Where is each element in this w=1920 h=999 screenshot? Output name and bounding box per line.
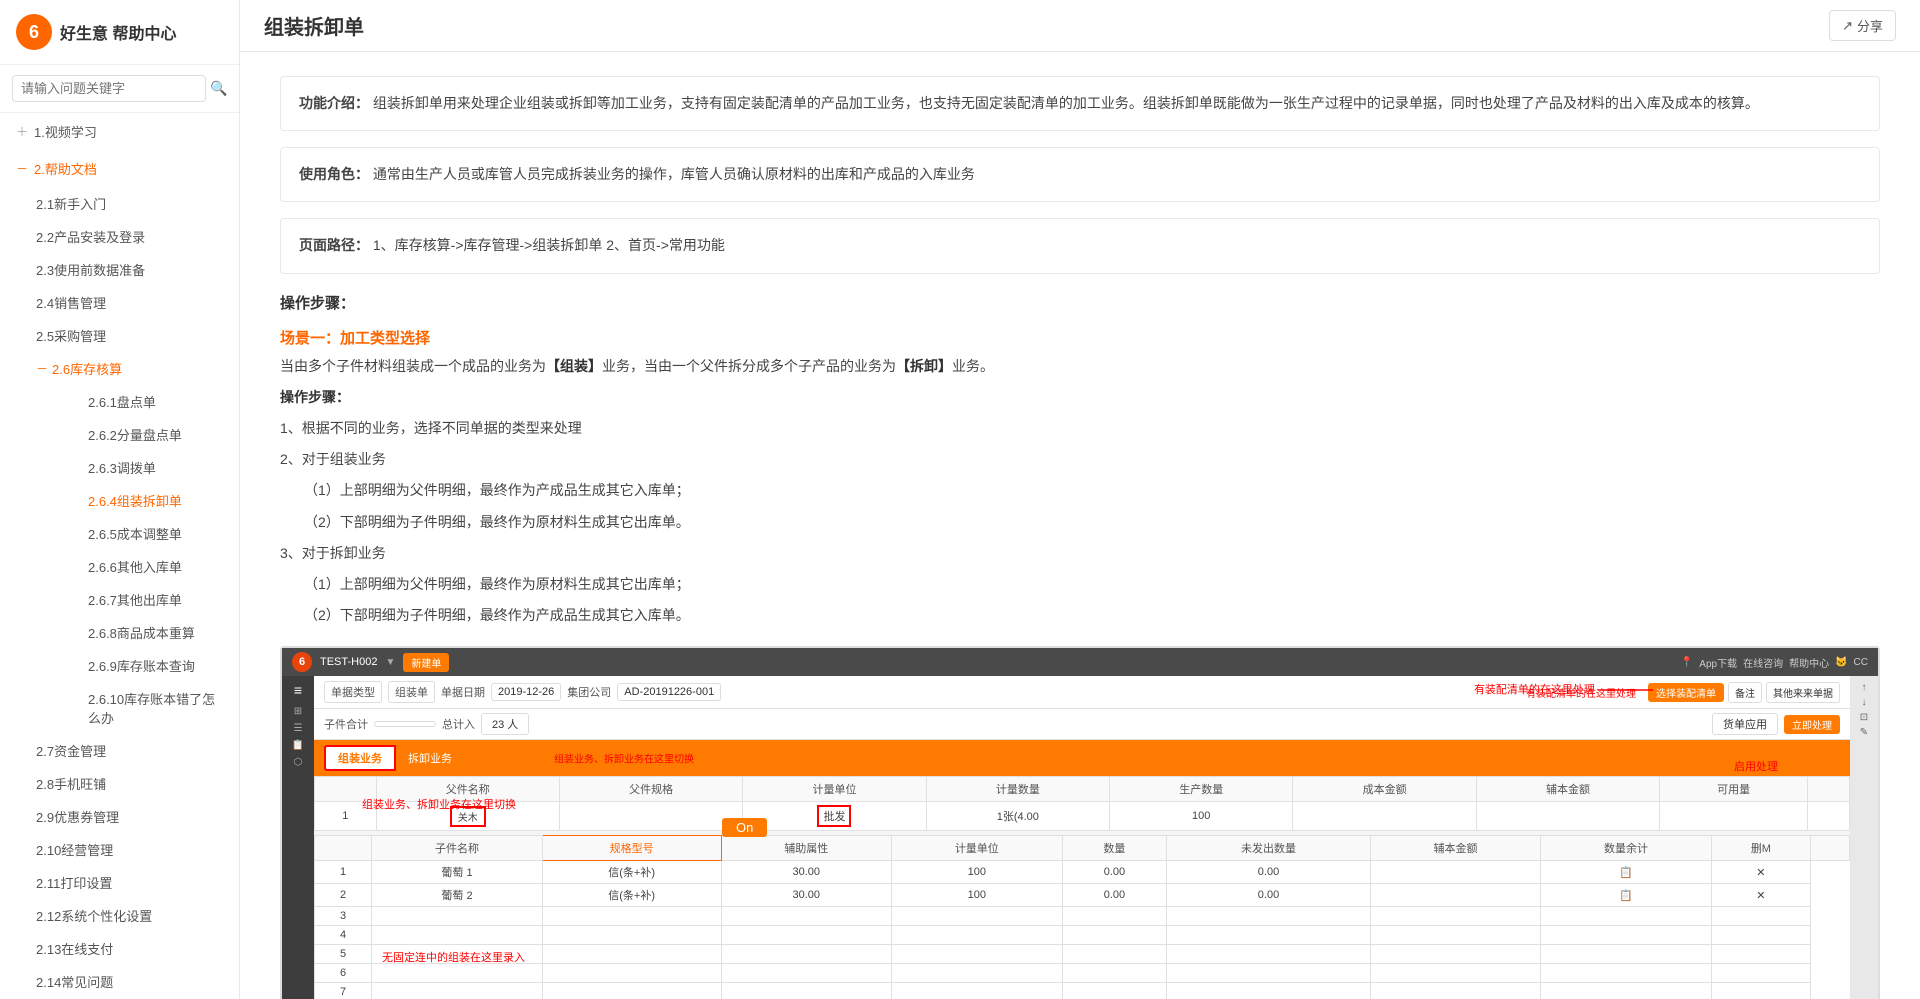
search-input[interactable] — [12, 75, 206, 102]
step3: 3、对于拆卸业务 — [280, 541, 1880, 566]
sidebar-item-2-6-6[interactable]: 2.6.6其他入库单 — [52, 550, 239, 583]
table-row: 3 — [315, 907, 1850, 926]
top-bar: 组装拆卸单 ↗ 分享 — [240, 0, 1920, 52]
path-label: 页面路径： — [299, 237, 369, 253]
sidebar-item-2-2[interactable]: 2.2产品安装及登录 — [0, 220, 239, 253]
table-row: 7 — [315, 983, 1850, 999]
sidebar-item-2-6-8[interactable]: 2.6.8商品成本重算 — [52, 616, 239, 649]
sidebar-item-2[interactable]: － 2.帮助文档 — [0, 150, 239, 187]
sidebar-item-2-10[interactable]: 2.10经营管理 — [0, 833, 239, 866]
step1: 1、根据不同的业务，选择不同单据的类型来处理 — [280, 416, 1880, 441]
role-block: 使用角色： 通常由生产人员或库管人员完成拆装业务的操作，库管人员确认原材料的出库… — [280, 147, 1880, 202]
path-block: 页面路径： 1、库存核算->库存管理->组装拆卸单 2、首页->常用功能 — [280, 218, 1880, 273]
sidebar-item-2-7[interactable]: 2.7资金管理 — [0, 734, 239, 767]
search-button[interactable]: 🔍 — [210, 80, 227, 97]
step2: 2、对于组装业务 — [280, 447, 1880, 472]
page-title: 组装拆卸单 — [264, 11, 364, 40]
annotation-1: 有装配清单的在这里处理 — [1526, 685, 1636, 700]
collapse-icon-2: － — [16, 160, 28, 177]
mock-assembly-tabs: 组装业务 拆卸业务 组装业务、拆卸业务在这里切换 — [314, 740, 1850, 776]
logo-area: 6 好生意 帮助中心 — [0, 0, 239, 65]
table-row: 2 葡萄 2 信(条+补) 30.00 100 0.00 0.00 📋 — [315, 884, 1850, 907]
sidebar: 6 好生意 帮助中心 🔍 ＋ 1.视频学习 － 2.帮助文档 2.1新手入门 2… — [0, 0, 240, 999]
sidebar-item-2-12[interactable]: 2.12系统个性化设置 — [0, 899, 239, 932]
share-button[interactable]: ↗ 分享 — [1829, 10, 1896, 41]
table-row: 1 关木 批发 1张(4.00 100 — [315, 802, 1850, 831]
mock-header-right: 📍 App下载 在线咨询 帮助中心 🐱 CC — [1681, 655, 1868, 670]
table-row: 5 — [315, 945, 1850, 964]
mock-header-left: 6 TEST-H002 ▼ 新建单 — [292, 652, 449, 672]
path-text: 1、库存核算->库存管理->组装拆卸单 2、首页->常用功能 — [373, 237, 725, 253]
scene1-title: 场景一：加工类型选择 — [280, 327, 1880, 348]
mock-toolbar: 单据类型 组装单 单据日期 2019-12-26 集团公司 AD-2019122… — [314, 676, 1850, 709]
main-area: 组装拆卸单 ↗ 分享 功能介绍： 组装拆卸单用来处理企业组装或拆卸等加工业务，支… — [240, 0, 1920, 999]
logo-text: 好生意 帮助中心 — [60, 20, 176, 44]
content-area: 功能介绍： 组装拆卸单用来处理企业组装或拆卸等加工业务，支持有固定装配清单的产品… — [240, 52, 1920, 999]
intro-block: 功能介绍： 组装拆卸单用来处理企业组装或拆卸等加工业务，支持有固定装配清单的产品… — [280, 76, 1880, 131]
scene1-desc: 当由多个子件材料组装成一个成品的业务为【组装】业务，当由一个父件拆分成多个子产品… — [280, 354, 1880, 379]
sidebar-item-2-3[interactable]: 2.3使用前数据准备 — [0, 253, 239, 286]
sidebar-item-2-8[interactable]: 2.8手机旺铺 — [0, 767, 239, 800]
sidebar-item-2-14[interactable]: 2.14常见问题 — [0, 965, 239, 998]
mock-logo: 6 — [292, 652, 312, 672]
role-text: 通常由生产人员或库管人员完成拆装业务的操作，库管人员确认原材料的出库和产成品的入… — [373, 166, 975, 182]
mock-second-row: 子件合计 总计入 23 人 货单应用 立即处理 — [314, 709, 1850, 740]
mock-apply-btn: 立即处理 — [1784, 715, 1840, 734]
sidebar-item-2-11[interactable]: 2.11打印设置 — [0, 866, 239, 899]
step2-1: （1）上部明细为父件明细，最终作为产成品生成其它入库单； — [280, 478, 1880, 503]
sidebar-item-2-6-7[interactable]: 2.6.7其他出库单 — [52, 583, 239, 616]
sidebar-item-2-6[interactable]: － 2.6库存核算 — [0, 352, 239, 385]
step3-1: （1）上部明细为父件明细，最终作为原材料生成其它出库单； — [280, 572, 1880, 597]
mock-main-content: 单据类型 组装单 单据日期 2019-12-26 集团公司 AD-2019122… — [314, 676, 1850, 999]
annotation-2-text: 组装业务、拆卸业务在这里切换 — [554, 751, 694, 766]
nav-section: ＋ 1.视频学习 － 2.帮助文档 2.1新手入门 2.2产品安装及登录 2.3… — [0, 113, 239, 999]
sidebar-item-2-1[interactable]: 2.1新手入门 — [0, 187, 239, 220]
search-area: 🔍 — [0, 65, 239, 113]
mock-parent-table: 父件名称 父件规格 计量单位 计量数量 生产数量 成本金额 辅本金额 可用量 — [314, 776, 1850, 831]
mock-confirm-btn: 选择装配清单 — [1648, 683, 1724, 702]
content-inner: 功能介绍： 组装拆卸单用来处理企业组装或拆卸等加工业务，支持有固定装配清单的产品… — [240, 52, 1920, 999]
sidebar-item-2-6-9[interactable]: 2.6.9库存账本查询 — [52, 649, 239, 682]
sidebar-item-2-6-2[interactable]: 2.6.2分量盘点单 — [52, 418, 239, 451]
sidebar-item-2-5[interactable]: 2.5采购管理 — [0, 319, 239, 352]
screenshot-container: 6 TEST-H002 ▼ 新建单 📍 App下载 在线咨询 帮助中心 — [280, 646, 1880, 999]
sidebar-item-2-6-5[interactable]: 2.6.5成本调整单 — [52, 517, 239, 550]
table-row: 6 — [315, 964, 1850, 983]
ops-title: 操作步骤： — [280, 292, 1880, 313]
sidebar-item-2-9[interactable]: 2.9优惠券管理 — [0, 800, 239, 833]
mock-left-icons: ≡ ⊞ ☰ 📋 ⬡ — [282, 676, 314, 999]
mock-app-body: ≡ ⊞ ☰ 📋 ⬡ 单据类型 组装单 — [282, 676, 1878, 999]
intro-text: 组装拆卸单用来处理企业组装或拆卸等加工业务，支持有固定装配清单的产品加工业务，也… — [373, 95, 1759, 111]
intro-label: 功能介绍： — [299, 95, 369, 111]
step2-2: （2）下部明细为子件明细，最终作为原材料生成其它出库单。 — [280, 510, 1880, 535]
mock-child-table: 子件名称 规格型号 辅助属性 计量单位 数量 未发出数量 辅本金额 数量余计 删 — [314, 835, 1850, 999]
ops-section: 操作步骤： 场景一：加工类型选择 当由多个子件材料组装成一个成品的业务为【组装】… — [280, 292, 1880, 629]
sidebar-item-2-6-1[interactable]: 2.6.1盘点单 — [52, 385, 239, 418]
mock-new-btn: 新建单 — [403, 653, 449, 672]
sidebar-item-1[interactable]: ＋ 1.视频学习 — [0, 113, 239, 150]
collapse-icon-2-6: － — [36, 360, 48, 377]
sidebar-item-2-13[interactable]: 2.13在线支付 — [0, 932, 239, 965]
mock-app: 6 TEST-H002 ▼ 新建单 📍 App下载 在线咨询 帮助中心 — [281, 647, 1879, 999]
mock-app-title-bar: 6 TEST-H002 ▼ 新建单 📍 App下载 在线咨询 帮助中心 — [282, 648, 1878, 676]
share-icon: ↗ — [1842, 18, 1853, 34]
ops-steps-label: 操作步骤： — [280, 385, 1880, 410]
sidebar-item-2-6-3[interactable]: 2.6.3调拨单 — [52, 451, 239, 484]
table-row: 1 葡萄 1 信(条+补) 30.00 100 0.00 0.00 📋 — [315, 861, 1850, 884]
expand-icon-1: ＋ — [16, 123, 28, 140]
table-row: 4 — [315, 926, 1850, 945]
step3-2: （2）下部明细为子件明细，最终作为产成品生成其它入库单。 — [280, 603, 1880, 628]
logo-icon: 6 — [16, 14, 52, 50]
mock-right-icons: ↑ ↓ ⊡ ✎ — [1850, 676, 1878, 999]
sidebar-item-2-4[interactable]: 2.4销售管理 — [0, 286, 239, 319]
role-label: 使用角色： — [299, 166, 369, 182]
sidebar-item-2-6-4[interactable]: 2.6.4组装拆卸单 — [52, 484, 239, 517]
sidebar-item-2-6-10[interactable]: 2.6.10库存账本错了怎么办 — [52, 682, 239, 734]
